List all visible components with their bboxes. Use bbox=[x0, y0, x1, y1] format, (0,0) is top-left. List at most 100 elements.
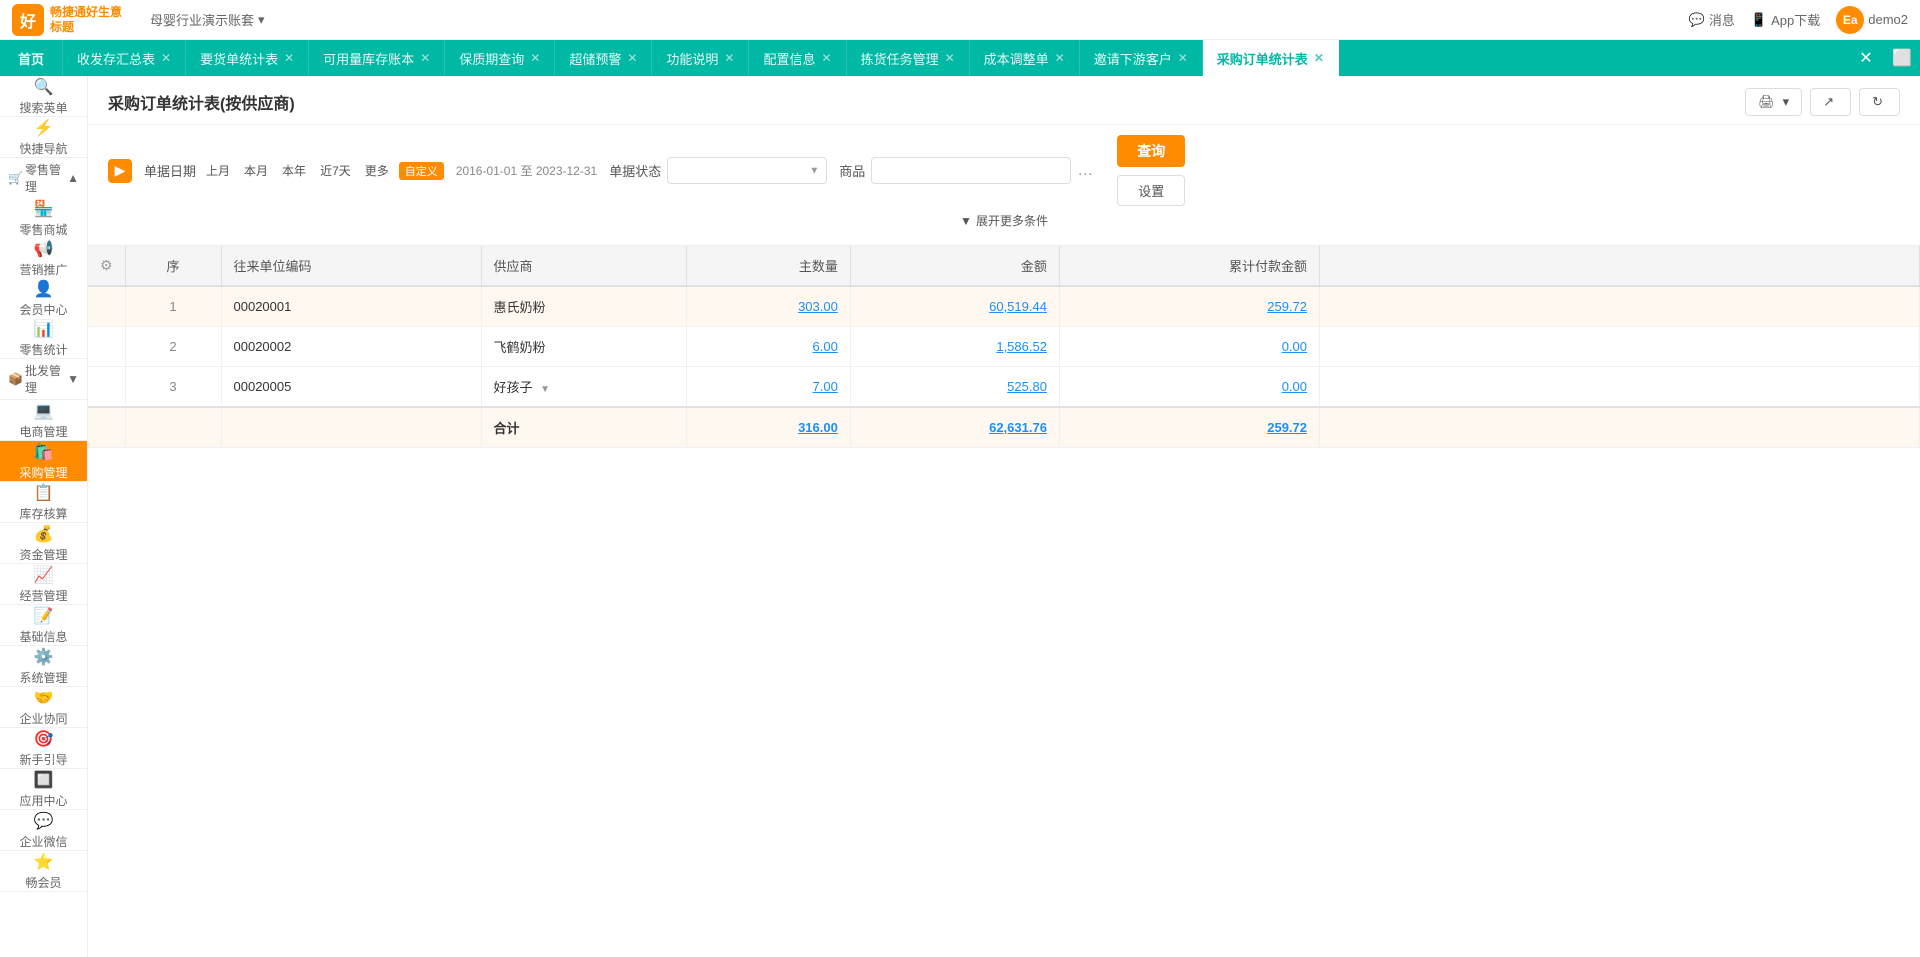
sidebar-item-inventory-check[interactable]: 📋 库存核算 bbox=[0, 482, 87, 522]
sidebar-group-ops: 📈 经营管理 bbox=[0, 564, 87, 605]
sidebar-group-retail: 🛒 零售管理 ▲ 🏪 零售商城 📢 营销推广 👤 会员中心 📊 零售统计 bbox=[0, 158, 87, 359]
gear-icon[interactable]: ⚙ bbox=[100, 257, 113, 273]
close-icon[interactable]: ✕ bbox=[1314, 51, 1324, 65]
sidebar-item-marketing[interactable]: 📢 营销推广 bbox=[0, 238, 87, 278]
shortcut-this-month[interactable]: 本月 bbox=[240, 160, 272, 181]
expand-more-btn[interactable]: ▼ 展开更多条件 bbox=[960, 212, 1048, 229]
finance-icon: 💰 bbox=[34, 524, 54, 544]
shortcut-7days[interactable]: 近7天 bbox=[316, 160, 355, 181]
maximize-btn[interactable]: ⬜ bbox=[1884, 40, 1920, 76]
shortcut-this-year[interactable]: 本年 bbox=[278, 160, 310, 181]
query-button[interactable]: 查询 bbox=[1117, 135, 1185, 167]
top-bar: 好 畅捷通好生意 标题 母婴行业演示账套 ▾ 💬 消息 📱 App下载 Ea d… bbox=[0, 0, 1920, 40]
tab-order-summary[interactable]: 要货单统计表 ✕ bbox=[186, 40, 309, 76]
chevron-down-icon: ▾ bbox=[1783, 94, 1790, 110]
close-icon[interactable]: ✕ bbox=[161, 51, 171, 65]
col-qty-cell[interactable]: 7.00 bbox=[687, 367, 850, 408]
sidebar-group-quick: ⚡ 快捷导航 bbox=[0, 117, 87, 158]
sidebar-item-retail-stats[interactable]: 📊 零售统计 bbox=[0, 318, 87, 358]
sidebar-item-app-center[interactable]: 🔲 应用中心 bbox=[0, 769, 87, 809]
sidebar-item-wholesale-mgmt[interactable]: 📦 批发管理 ▼ bbox=[0, 359, 87, 399]
goods-input[interactable] bbox=[871, 157, 1071, 184]
tab-cost-adjust[interactable]: 成本调整单 ✕ bbox=[970, 40, 1080, 76]
col-paid-cell[interactable]: 259.72 bbox=[1059, 286, 1319, 327]
close-window-btn[interactable]: ✕ bbox=[1848, 40, 1884, 76]
message-btn[interactable]: 💬 消息 bbox=[1689, 10, 1735, 29]
filter-toggle-btn[interactable]: ▶ bbox=[108, 159, 132, 183]
sidebar-item-enterprise-wechat[interactable]: 💬 企业微信 bbox=[0, 810, 87, 850]
col-num-cell: 1 bbox=[125, 286, 221, 327]
col-paid-cell[interactable]: 0.00 bbox=[1059, 327, 1319, 367]
sidebar-item-member[interactable]: ⭐ 畅会员 bbox=[0, 851, 87, 891]
close-icon[interactable]: ✕ bbox=[284, 51, 294, 65]
close-icon[interactable]: ✕ bbox=[530, 51, 540, 65]
status-select[interactable] bbox=[667, 157, 827, 184]
sidebar-item-finance-mgmt[interactable]: 💰 资金管理 bbox=[0, 523, 87, 563]
tab-pick-task[interactable]: 拣货任务管理 ✕ bbox=[847, 40, 970, 76]
user-info[interactable]: Ea demo2 bbox=[1836, 6, 1908, 34]
tab-warranty[interactable]: 保质期查询 ✕ bbox=[445, 40, 555, 76]
col-paid-cell[interactable]: 0.00 bbox=[1059, 367, 1319, 408]
close-icon[interactable]: ✕ bbox=[1055, 51, 1065, 65]
goods-more-btn[interactable]: … bbox=[1077, 162, 1093, 180]
col-settings-header: ⚙ bbox=[88, 246, 125, 286]
tab-config-info[interactable]: 配置信息 ✕ bbox=[749, 40, 846, 76]
top-bar-left: 好 畅捷通好生意 标题 母婴行业演示账套 ▾ bbox=[12, 4, 265, 36]
sidebar-item-retail-mall[interactable]: 🏪 零售商城 bbox=[0, 198, 87, 238]
tab-usable-stock[interactable]: 可用量库存账本 ✕ bbox=[309, 40, 445, 76]
sidebar-item-ops-mgmt[interactable]: 📈 经营管理 bbox=[0, 564, 87, 604]
close-icon[interactable]: ✕ bbox=[420, 51, 430, 65]
export-icon: ↗ bbox=[1823, 94, 1834, 110]
tab-func-desc[interactable]: 功能说明 ✕ bbox=[652, 40, 749, 76]
sidebar-item-search[interactable]: 🔍 搜索英单 bbox=[0, 76, 87, 116]
close-icon[interactable]: ✕ bbox=[724, 51, 734, 65]
sidebar-item-basic-info[interactable]: 📝 基础信息 bbox=[0, 605, 87, 645]
close-icon[interactable]: ✕ bbox=[945, 51, 955, 65]
tab-invite-downstream[interactable]: 邀请下游客户 ✕ bbox=[1080, 40, 1203, 76]
workspace-selector[interactable]: 母婴行业演示账套 ▾ bbox=[150, 10, 265, 29]
tab-collect-pay[interactable]: 收发存汇总表 ✕ bbox=[63, 40, 186, 76]
col-amount-cell[interactable]: 1,586.52 bbox=[850, 327, 1059, 367]
sidebar-item-quick-nav[interactable]: ⚡ 快捷导航 bbox=[0, 117, 87, 157]
col-amount-cell[interactable]: 525.80 bbox=[850, 367, 1059, 408]
tab-overstock[interactable]: 超储预警 ✕ bbox=[555, 40, 652, 76]
print-button[interactable]: 🖨 ▾ bbox=[1745, 88, 1802, 116]
refresh-button[interactable]: ↻ bbox=[1859, 88, 1900, 116]
settings-button[interactable]: 设置 bbox=[1117, 175, 1185, 206]
sidebar-item-purchase-mgmt[interactable]: 🛍️ 采购管理 bbox=[0, 441, 87, 481]
sidebar-item-retail-mgmt[interactable]: 🛒 零售管理 ▲ bbox=[0, 158, 87, 198]
col-qty-cell[interactable]: 303.00 bbox=[687, 286, 850, 327]
shortcut-last-month[interactable]: 上月 bbox=[202, 160, 234, 181]
nav-tabs: 首页 收发存汇总表 ✕ 要货单统计表 ✕ 可用量库存账本 ✕ 保质期查询 ✕ 超… bbox=[0, 40, 1920, 76]
summary-extra-cell bbox=[1320, 407, 1920, 448]
avatar: Ea bbox=[1836, 6, 1864, 34]
purchase-icon: 🛍️ bbox=[34, 442, 54, 462]
sidebar-item-system-mgmt[interactable]: ⚙️ 系统管理 bbox=[0, 646, 87, 686]
close-icon[interactable]: ✕ bbox=[1178, 51, 1188, 65]
sidebar-item-member-center[interactable]: 👤 会员中心 bbox=[0, 278, 87, 318]
chevron-down-icon: ▼ bbox=[67, 372, 79, 386]
col-supplier-header: 供应商 bbox=[481, 246, 687, 286]
app-download-btn[interactable]: 📱 App下载 bbox=[1751, 10, 1820, 29]
close-icon[interactable]: ✕ bbox=[822, 51, 832, 65]
col-extra-header bbox=[1320, 246, 1920, 286]
col-code-cell: 00020001 bbox=[221, 286, 481, 327]
col-amount-cell[interactable]: 60,519.44 bbox=[850, 286, 1059, 327]
print-icon: 🖨 bbox=[1758, 94, 1775, 110]
sidebar-item-enterprise-collab[interactable]: 🤝 企业协同 bbox=[0, 687, 87, 727]
col-qty-cell[interactable]: 6.00 bbox=[687, 327, 850, 367]
shortcut-more[interactable]: 更多 bbox=[361, 160, 393, 181]
query-btn-group: 查询 设置 bbox=[1117, 135, 1185, 206]
close-icon[interactable]: ✕ bbox=[627, 51, 637, 65]
summary-settings-cell bbox=[88, 407, 125, 448]
table-row: 3 00020005 好孩子 ▼ 7.00 525.80 0.00 bbox=[88, 367, 1920, 408]
marketing-icon: 📢 bbox=[34, 239, 54, 259]
summary-row: 合计 316.00 62,631.76 259.72 bbox=[88, 407, 1920, 448]
export-button[interactable]: ↗ bbox=[1810, 88, 1851, 116]
sidebar-item-ecom-mgmt[interactable]: 💻 电商管理 bbox=[0, 400, 87, 440]
sidebar-item-new-guide[interactable]: 🎯 新手引导 bbox=[0, 728, 87, 768]
tab-home[interactable]: 首页 bbox=[0, 40, 63, 76]
chevron-down-icon: ▼ bbox=[960, 214, 972, 228]
tab-purchase-summary[interactable]: 采购订单统计表 ✕ bbox=[1203, 40, 1339, 76]
retail-stats-icon: 📊 bbox=[34, 319, 54, 339]
